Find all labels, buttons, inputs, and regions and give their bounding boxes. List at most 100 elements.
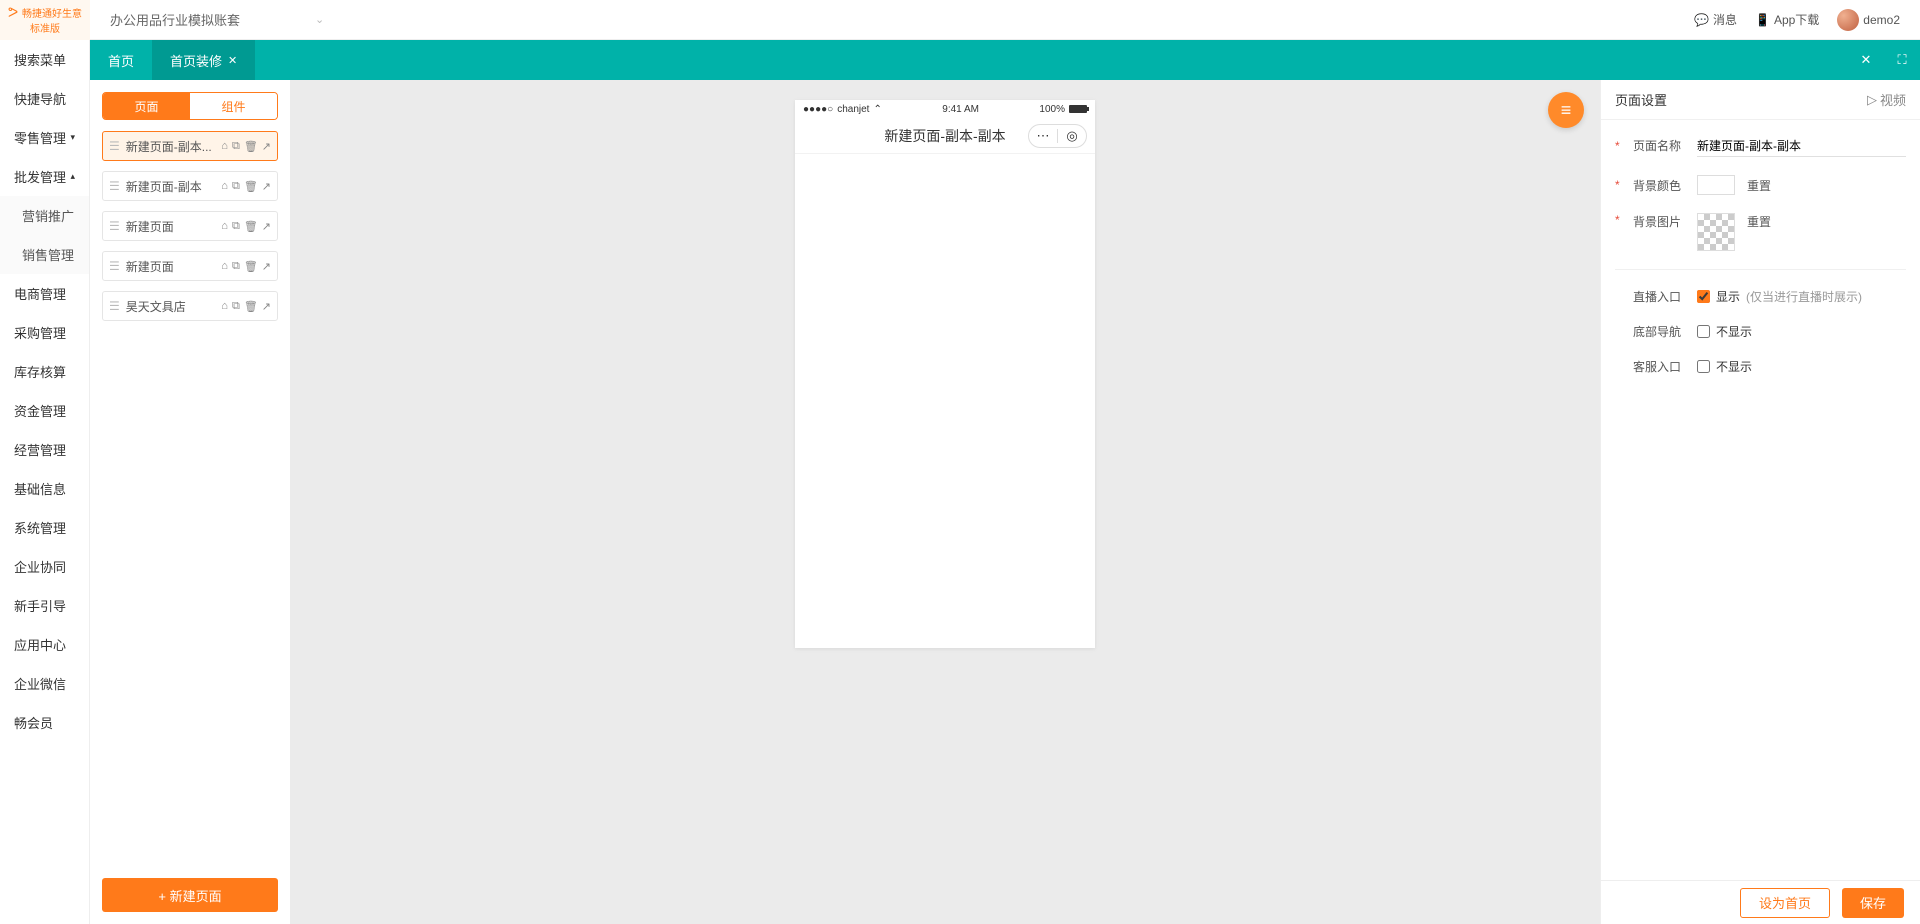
mobile-icon: 📱 [1755,13,1770,27]
phone-titlebar: 新建页面-副本-副本 ⋯ ◎ [795,118,1095,154]
required-mark: * [1615,178,1621,192]
copy-icon[interactable]: ⧉ [232,220,240,233]
nav-item[interactable]: 企业微信 [0,664,89,703]
drag-handle-icon[interactable]: ☰ [109,219,120,233]
page-item-name: 昊天文具店 [126,298,216,315]
set-home-button[interactable]: 设为首页 [1740,888,1830,918]
delete-icon[interactable]: 🗑 [244,180,258,193]
video-help-button[interactable]: ▷ 视频 [1867,90,1906,109]
tab-decor[interactable]: 首页装修 ✕ [152,40,255,80]
bgimage-picker[interactable] [1697,213,1735,251]
home-icon[interactable]: ⌂ [221,260,228,273]
home-icon[interactable]: ⌂ [221,180,228,193]
drag-handle-icon[interactable]: ☰ [109,139,120,153]
bgcolor-reset-button[interactable]: 重置 [1747,177,1771,194]
page-item[interactable]: ☰新建页面⌂⧉🗑↗ [102,251,278,281]
home-icon[interactable]: ⌂ [221,300,228,313]
share-icon[interactable]: ↗ [262,180,271,193]
nav-item[interactable]: 新手引导 [0,586,89,625]
tab-close-all-button[interactable]: ✕ [1848,40,1884,80]
nav-item[interactable]: 电商管理 [0,274,89,313]
signal-icon: ●●●●○ [803,104,833,115]
bgcolor-swatch[interactable] [1697,175,1735,195]
chevron-down-icon: ⌄ [315,13,324,26]
drag-handle-icon[interactable]: ☰ [109,259,120,273]
page-item[interactable]: ☰ 新建页面-副本... ⌂ ⧉ 🗑 ↗ [102,131,278,161]
capsule-more-button[interactable]: ⋯ [1029,125,1057,147]
company-select[interactable]: 办公用品行业模拟账套 ⌄ [110,10,324,29]
share-icon[interactable]: ↗ [262,140,271,153]
seg-component[interactable]: 组件 [190,93,277,119]
close-icon[interactable]: ✕ [228,54,237,67]
bottom-nav-label: 底部导航 [1633,323,1685,340]
page-name-label: 页面名称 [1633,137,1685,154]
page-item[interactable]: ☰ 昊天文具店 ⌂ ⧉ 🗑 ↗ [102,291,278,321]
page-item-name: 新建页面-副本... [126,138,216,155]
share-icon[interactable]: ↗ [262,300,271,313]
live-show-checkbox[interactable] [1697,290,1710,303]
nav-item[interactable]: 系统管理 [0,508,89,547]
floating-menu-button[interactable]: ≡ [1548,92,1584,128]
page-item[interactable]: ☰新建页面⌂⧉🗑↗ [102,211,278,241]
nav-item-label: 资金管理 [14,401,66,420]
nav-item-label: 企业微信 [14,674,66,693]
fullscreen-button[interactable]: ⛶ [1884,40,1920,80]
nav-item[interactable]: 基础信息 [0,469,89,508]
tab-home[interactable]: 首页 [90,40,152,80]
seg-page[interactable]: 页面 [103,93,190,119]
share-icon[interactable]: ↗ [262,220,271,233]
nav-item[interactable]: 资金管理 [0,391,89,430]
nav-item[interactable]: 库存核算 [0,352,89,391]
nav-item-label: 营销推广 [22,206,74,225]
nav-item[interactable]: 畅会员 [0,703,89,742]
messages-button[interactable]: 💬 消息 [1694,11,1737,28]
nav-item-label: 系统管理 [14,518,66,537]
delete-icon[interactable]: 🗑 [244,260,258,273]
app-download-label: App下载 [1774,11,1819,28]
share-icon[interactable]: ↗ [262,260,271,273]
nav-item[interactable]: 零售管理▾ [0,118,89,157]
new-page-button[interactable]: + 新建页面 [102,878,278,912]
user-menu[interactable]: demo2 [1837,9,1900,31]
tab-home-label: 首页 [108,51,134,70]
copy-icon[interactable]: ⧉ [232,260,240,273]
messages-label: 消息 [1713,11,1737,28]
service-entry-label: 客服入口 [1633,358,1685,375]
bgimage-reset-button[interactable]: 重置 [1747,213,1771,230]
save-button[interactable]: 保存 [1842,888,1904,918]
segment-control: 页面 组件 [102,92,278,120]
nav-item[interactable]: 企业协同 [0,547,89,586]
drag-handle-icon[interactable]: ☰ [109,179,120,193]
copy-icon[interactable]: ⧉ [232,300,240,313]
home-icon[interactable]: ⌂ [221,140,228,153]
copy-icon[interactable]: ⧉ [232,180,240,193]
nav-item[interactable]: 批发管理▴ [0,157,89,196]
service-checkbox[interactable] [1697,360,1710,373]
app-download-button[interactable]: 📱 App下载 [1755,11,1819,28]
delete-icon[interactable]: 🗑 [244,220,258,233]
required-mark: * [1615,139,1621,153]
phone-preview: ●●●●○ chanjet ⌃ 9:41 AM 100% 新建页面-副本-副本 [795,100,1095,648]
canvas-area: ●●●●○ chanjet ⌃ 9:41 AM 100% 新建页面-副本-副本 [290,80,1600,924]
page-item[interactable]: ☰新建页面-副本⌂⧉🗑↗ [102,171,278,201]
home-icon[interactable]: ⌂ [221,220,228,233]
drag-handle-icon[interactable]: ☰ [109,299,120,313]
nav-item[interactable]: 应用中心 [0,625,89,664]
copy-icon[interactable]: ⧉ [232,140,240,153]
page-name-input[interactable] [1697,134,1906,157]
phone-battery-text: 100% [1039,104,1065,115]
bottom-nav-checkbox[interactable] [1697,325,1710,338]
nav-item[interactable]: 快捷导航 [0,79,89,118]
nav-item[interactable]: 搜索菜单 [0,40,89,79]
left-nav: 搜索菜单快捷导航零售管理▾批发管理▴ 营销推广销售管理电商管理采购管理库存核算资金… [0,40,90,924]
delete-icon[interactable]: 🗑 [244,300,258,313]
bgimage-label: 背景图片 [1633,213,1685,230]
nav-item[interactable]: 采购管理 [0,313,89,352]
nav-item[interactable]: 销售管理 [0,235,89,274]
delete-icon[interactable]: 🗑 [244,140,258,153]
nav-item-label: 批发管理 [14,167,66,186]
nav-item[interactable]: 经营管理 [0,430,89,469]
capsule-close-button[interactable]: ◎ [1058,125,1086,147]
nav-item[interactable]: 营销推广 [0,196,89,235]
nav-item-label: 经营管理 [14,440,66,459]
